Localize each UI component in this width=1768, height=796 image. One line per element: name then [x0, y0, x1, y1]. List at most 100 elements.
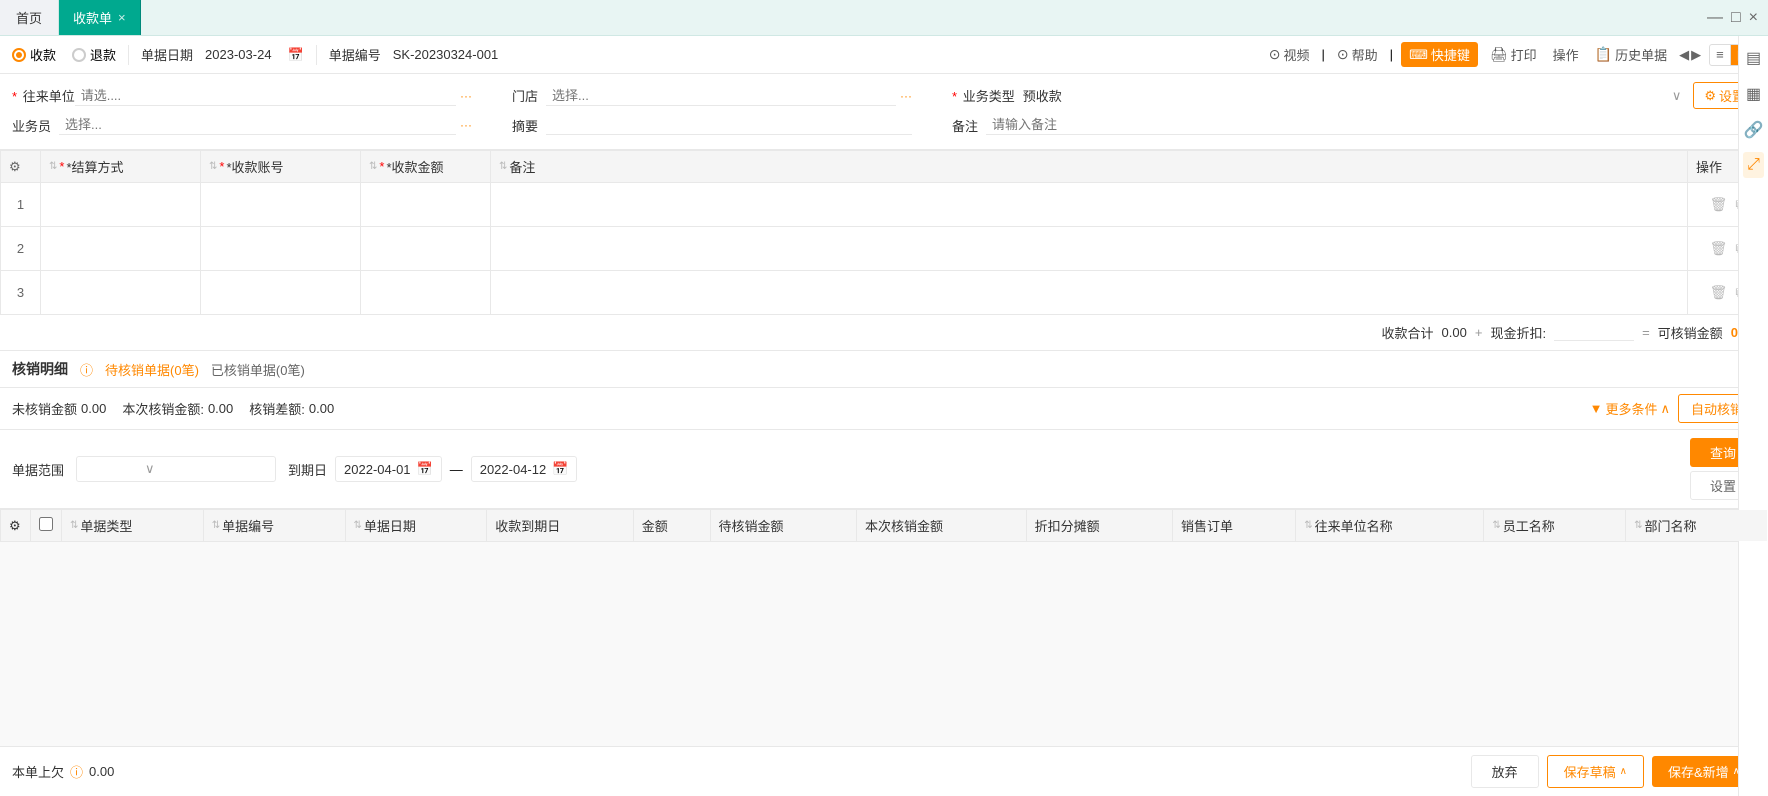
- calendar-start-icon[interactable]: 📅: [417, 461, 433, 477]
- help-btn[interactable]: ⊙ 帮助: [1333, 43, 1382, 66]
- sidebar-expand-icon[interactable]: ⤢: [1743, 152, 1764, 178]
- history-btn[interactable]: 📋 历史单据: [1591, 43, 1671, 66]
- maximize-icon[interactable]: □: [1731, 9, 1741, 27]
- range-label: 单据范围: [12, 460, 64, 479]
- th-amount: 金额: [633, 510, 710, 542]
- row-1-amount[interactable]: [361, 183, 491, 227]
- partner-more-btn[interactable]: ···: [460, 89, 472, 103]
- th-check-all[interactable]: [31, 510, 62, 542]
- summary-input[interactable]: [546, 115, 912, 135]
- sidebar-link-icon[interactable]: 🔗: [1740, 116, 1768, 144]
- operations-btn[interactable]: 操作: [1549, 43, 1583, 66]
- video-label: 视频: [1284, 45, 1310, 64]
- th-account: ⇅ * *收款账号: [201, 151, 361, 183]
- date-label: 单据日期: [141, 45, 193, 64]
- range-dropdown[interactable]: ∨: [76, 456, 276, 482]
- row-1-account[interactable]: [201, 183, 361, 227]
- discount-input[interactable]: [1554, 325, 1634, 341]
- more-conditions-btn[interactable]: ▼ 更多条件 ∧: [1590, 399, 1670, 418]
- th-settings[interactable]: ⚙: [1, 151, 41, 183]
- number-label: 单据编号: [329, 45, 381, 64]
- partner-input[interactable]: [75, 86, 456, 106]
- business-type-dropdown[interactable]: 预收款 ∨: [1023, 86, 1682, 105]
- row-3-amount[interactable]: [361, 271, 491, 315]
- th-settlement: ⇅ * *结算方式: [41, 151, 201, 183]
- bottom-label: 本单上欠: [12, 762, 64, 781]
- row-1-remark[interactable]: [491, 183, 1688, 227]
- unverified-value: 0.00: [81, 401, 106, 416]
- table-settings-icon[interactable]: ⚙: [9, 159, 21, 174]
- video-btn[interactable]: ⊙ 视频: [1265, 43, 1314, 66]
- calendar-icon[interactable]: 📅: [288, 47, 304, 63]
- staff-more-btn[interactable]: ···: [460, 118, 472, 132]
- row-3-settlement[interactable]: [41, 271, 201, 315]
- row-2-account[interactable]: [201, 227, 361, 271]
- radio-refund[interactable]: 退款: [72, 45, 116, 64]
- data-table-container: ⚙ ⇅ * *结算方式 ⇅ * *收款账号: [0, 150, 1768, 315]
- tab-bar: 首页 收款单 × — □ ×: [0, 0, 1768, 36]
- th-staff-name: ⇅ 员工名称: [1484, 510, 1626, 542]
- minimize-icon[interactable]: —: [1707, 9, 1723, 27]
- tab-close-icon[interactable]: ×: [118, 10, 126, 25]
- calendar-end-icon[interactable]: 📅: [552, 461, 568, 477]
- diff-label: 核销差额:: [249, 399, 305, 418]
- writeoff-title: 核销明细: [12, 359, 68, 379]
- check-all-checkbox[interactable]: [39, 517, 53, 531]
- shortcut-btn[interactable]: ⌨ 快捷键: [1401, 42, 1478, 67]
- row-3-delete-icon[interactable]: 🗑: [1710, 284, 1728, 301]
- sort-partner: ⇅: [1304, 520, 1312, 531]
- row-2-num: 2: [1, 227, 41, 271]
- radio-receive[interactable]: 收款: [12, 45, 56, 64]
- store-more-btn[interactable]: ···: [900, 89, 912, 103]
- row-2-settlement[interactable]: [41, 227, 201, 271]
- store-label: 门店: [512, 86, 538, 105]
- row-1-settlement[interactable]: [41, 183, 201, 227]
- done-tab[interactable]: 已核销单据(0笔): [211, 360, 305, 379]
- tab-receipt[interactable]: 收款单 ×: [59, 0, 141, 35]
- current-label: 本次核销金额:: [122, 399, 204, 418]
- pending-tab[interactable]: 待核销单据(0笔): [105, 360, 199, 379]
- remark-input[interactable]: [986, 115, 1756, 135]
- th-doc-date: ⇅ 单据日期: [345, 510, 487, 542]
- bottom-value: 0.00: [89, 764, 114, 779]
- th-due-date: 收款到期日: [487, 510, 633, 542]
- row-1-delete-icon[interactable]: 🗑: [1710, 196, 1728, 213]
- save-draft-btn[interactable]: 保存草稿 ∧: [1547, 755, 1644, 788]
- sidebar-grid-icon[interactable]: ▦: [1742, 80, 1765, 108]
- bottom-table: ⚙ ⇅ 单据类型 ⇅: [0, 509, 1768, 542]
- date-start-input[interactable]: 2022-04-01 📅: [335, 456, 442, 482]
- summary-field: 摘要: [512, 115, 912, 135]
- prev-arrow[interactable]: ◀: [1679, 47, 1689, 63]
- more-conditions-label: 更多条件: [1605, 399, 1657, 418]
- shortcut-icon: ⌨: [1409, 47, 1428, 63]
- staff-label: 业务员: [12, 116, 51, 135]
- sort-icon-settlement: ⇅: [49, 161, 57, 172]
- store-input[interactable]: [546, 86, 896, 106]
- range-arrow: ∨: [145, 461, 155, 477]
- list-view-btn[interactable]: ≡: [1710, 45, 1731, 65]
- row-3-remark[interactable]: [491, 271, 1688, 315]
- video-icon: ⊙: [1269, 46, 1281, 63]
- tab-home[interactable]: 首页: [0, 0, 59, 35]
- row-3-account[interactable]: [201, 271, 361, 315]
- sort-doc-num: ⇅: [212, 520, 220, 531]
- row-2-amount[interactable]: [361, 227, 491, 271]
- bottom-info-icon[interactable]: ⓘ: [70, 762, 83, 781]
- staff-field: 业务员 ···: [12, 115, 472, 135]
- bottom-table-container[interactable]: ⚙ ⇅ 单据类型 ⇅: [0, 509, 1768, 746]
- sort-dept: ⇅: [1634, 520, 1642, 531]
- shortcut-label: 快捷键: [1431, 45, 1470, 64]
- writeoff-info-icon[interactable]: ⓘ: [80, 360, 93, 379]
- row-2-delete-icon[interactable]: 🗑: [1710, 240, 1728, 257]
- abandon-btn[interactable]: 放弃: [1471, 755, 1539, 788]
- close-window-icon[interactable]: ×: [1749, 9, 1758, 27]
- row-2-remark[interactable]: [491, 227, 1688, 271]
- sidebar-table-icon[interactable]: ▤: [1742, 44, 1765, 72]
- staff-input[interactable]: [59, 115, 456, 135]
- remark-label: 备注: [952, 116, 978, 135]
- print-btn[interactable]: 🖨 打印: [1486, 43, 1541, 66]
- tab-home-label: 首页: [16, 8, 42, 27]
- next-arrow[interactable]: ▶: [1691, 47, 1701, 63]
- th-settings-icon[interactable]: ⚙: [9, 518, 21, 533]
- date-end-input[interactable]: 2022-04-12 📅: [471, 456, 578, 482]
